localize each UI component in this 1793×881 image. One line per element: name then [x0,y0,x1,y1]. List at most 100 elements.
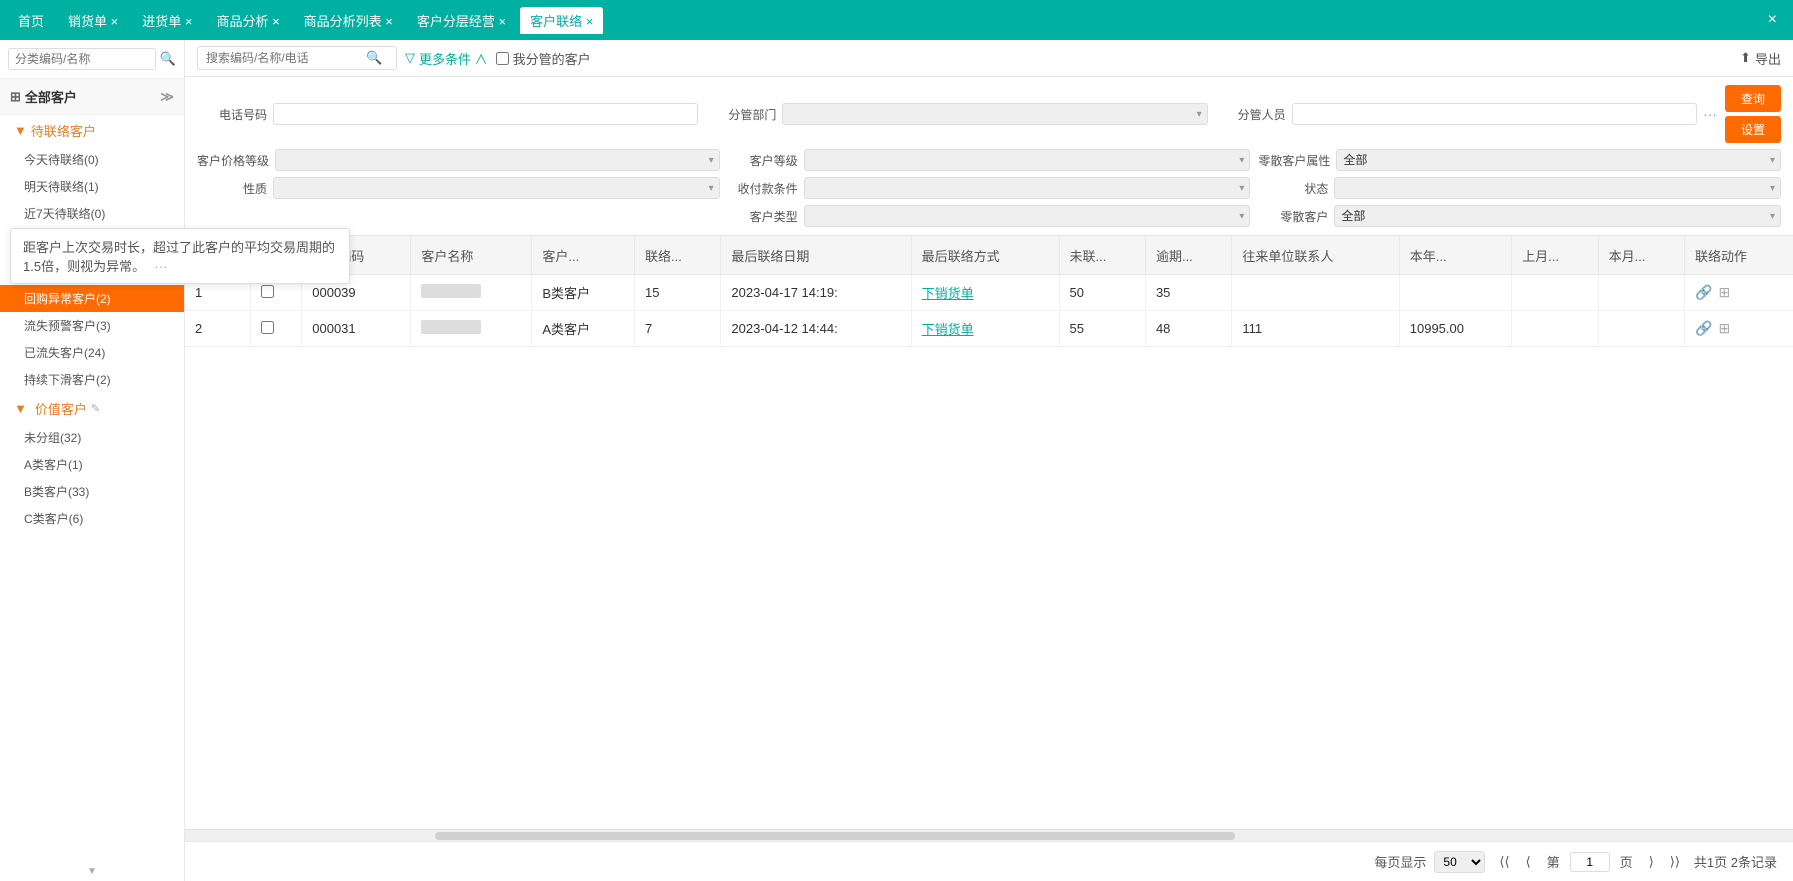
sidebar-group-value[interactable]: ▼ 价值客户 ✎ [0,393,184,424]
settings-button[interactable]: 设置 [1725,116,1781,143]
field-status-select[interactable] [1334,177,1781,199]
sidebar-all-customers[interactable]: ⊞ 全部客户 ≫ [0,79,184,115]
arrow-down-icon: ▼ [14,123,27,138]
field-price-level-label: 客户价格等级 [197,152,269,169]
field-nature-select[interactable] [273,177,720,199]
col-contact-count: 联络... [635,236,721,275]
field-retail-customer-select[interactable]: 全部 [1334,205,1781,227]
cell-checkbox-2 [251,311,302,347]
per-page-select[interactable]: 20 50 100 200 [1434,851,1485,873]
cell-action-1: 🔗 ⊞ [1685,275,1793,311]
export-button[interactable]: ⬆ 导出 [1740,49,1781,68]
sidebar-section-label: 全部客户 [25,87,77,106]
sidebar-content: ⊞ 全部客户 ≫ ▼ 待联络客户 今天待联络(0) 明天待联络(1) 近7天待联… [0,79,184,862]
link-icon-1[interactable]: 🔗 [1695,284,1712,301]
field-retail-customer: 零散客户 全部 [1258,205,1781,227]
sidebar-item-b-class[interactable]: B类客户(33) [0,478,184,505]
nav-customer-layer[interactable]: 客户分层经营 × [407,7,516,34]
field-payment-select[interactable] [804,177,1251,199]
horizontal-scrollbar[interactable] [185,829,1793,841]
filter-more-conditions[interactable]: ▽ 更多条件 ∧ [405,49,488,68]
field-phone-input[interactable] [273,103,698,125]
field-retail-attr-select[interactable]: 全部 [1336,149,1781,171]
sidebar-collapse-button[interactable]: ≫ [160,89,174,105]
cell-method-2[interactable]: 下销货单 [911,311,1059,347]
field-retail-attr-select-wrapper: 全部 [1336,149,1781,171]
first-page-button[interactable]: ⟨⟨ [1493,852,1515,872]
sidebar-item-tomorrow[interactable]: 明天待联络(1) [0,173,184,200]
sidebar-item-7days[interactable]: 近7天待联络(0) [0,200,184,227]
method-link-1[interactable]: 下销货单 [922,286,974,301]
table-header-row: ⚙ 客户编码 客户名称 客户... 联络... 最后联络日期 最后联络方式 未联… [185,236,1793,275]
row-checkbox-1[interactable] [261,285,274,298]
sidebar-search-input[interactable] [8,48,156,70]
cell-date-2: 2023-04-12 14:44: [721,311,911,347]
grid-icon-2[interactable]: ⊞ [1718,320,1730,337]
nav-customer-contact[interactable]: 客户联络 × [520,7,603,34]
manager-more-icon[interactable]: ··· [1703,106,1717,122]
field-customer-type-label: 客户类型 [728,208,798,225]
edit-icon[interactable]: ✎ [91,402,100,415]
cell-type-2: A类客户 [532,311,635,347]
field-department-select[interactable] [782,103,1207,125]
filter-search-input[interactable] [206,51,366,65]
filter-my-checkbox[interactable] [496,52,509,65]
field-customer-type-select[interactable] [804,205,1251,227]
sidebar-item-repurchase-active[interactable]: 回购异常客户(2) [0,285,184,312]
filter-search-icon[interactable]: 🔍 [366,50,382,66]
per-page-label: 每页显示 [1374,852,1426,871]
scroll-thumb[interactable] [435,832,1235,840]
field-payment-label: 收付款条件 [728,180,798,197]
sidebar-item-c-class[interactable]: C类客户(6) [0,505,184,532]
col-last-method: 最后联络方式 [911,236,1059,275]
last-page-button[interactable]: ⟩⟩ [1664,852,1686,872]
action-icons-2: 🔗 ⊞ [1695,320,1783,337]
cell-unlink-1: 50 [1059,275,1145,311]
field-customer-type: 客户类型 [728,205,1251,227]
nav-product-list[interactable]: 商品分析列表 × [294,7,403,34]
sidebar-item-declining[interactable]: 持续下滑客户(2) [0,366,184,393]
field-price-level-select[interactable] [275,149,720,171]
field-status-label: 状态 [1258,180,1328,197]
nav-sales[interactable]: 销货单 × [58,7,128,34]
prev-page-button[interactable]: ⟨ [1520,852,1537,872]
row-checkbox-2[interactable] [261,321,274,334]
field-customer-level: 客户等级 [728,149,1251,171]
link-icon-2[interactable]: 🔗 [1695,320,1712,337]
cell-lastmonth-1 [1512,275,1598,311]
sidebar-item-loss-warning[interactable]: 流失预警客户(3) [0,312,184,339]
field-payment: 收付款条件 [728,177,1251,199]
sidebar-item-a-class[interactable]: A类客户(1) [0,451,184,478]
grid-icon-1[interactable]: ⊞ [1718,284,1730,301]
field-customer-level-select[interactable] [804,149,1251,171]
col-unlink-days: 未联... [1059,236,1145,275]
sidebar-scroll-down[interactable]: ▼ [0,862,184,881]
col-overdue: 逾期... [1145,236,1231,275]
query-button[interactable]: 查询 [1725,85,1781,112]
field-department-label: 分管部门 [706,106,776,123]
action-icons-1: 🔗 ⊞ [1695,284,1783,301]
field-manager-input[interactable] [1292,103,1697,125]
window-close-button[interactable]: × [1760,7,1785,33]
field-customer-level-label: 客户等级 [728,152,798,169]
nav-product-analysis[interactable]: 商品分析 × [206,7,289,34]
cell-method-1[interactable]: 下销货单 [911,275,1059,311]
field-status: 状态 [1258,177,1781,199]
next-page-button[interactable]: ⟩ [1643,852,1660,872]
table-row: 2 000031 A类客户 7 2023-04-12 14:44: 下销货单 5… [185,311,1793,347]
method-link-2[interactable]: 下销货单 [922,322,974,337]
cell-thismonth-1 [1598,275,1684,311]
sidebar-search-icon[interactable]: 🔍 [160,51,176,67]
cell-thismonth-2 [1598,311,1684,347]
data-table-container: ⚙ 客户编码 客户名称 客户... 联络... 最后联络日期 最后联络方式 未联… [185,236,1793,829]
sidebar-group-pending[interactable]: ▼ 待联络客户 [0,115,184,146]
page-input[interactable] [1570,852,1610,872]
sidebar-item-lost[interactable]: 已流失客户(24) [0,339,184,366]
cell-contacts-1 [1232,275,1399,311]
sidebar-item-today[interactable]: 今天待联络(0) [0,146,184,173]
nav-purchase[interactable]: 进货单 × [132,7,202,34]
page-label: 第 [1541,850,1566,873]
field-department-select-wrapper [782,103,1207,125]
nav-home[interactable]: 首页 [8,7,54,34]
sidebar-item-ungroup[interactable]: 未分组(32) [0,424,184,451]
